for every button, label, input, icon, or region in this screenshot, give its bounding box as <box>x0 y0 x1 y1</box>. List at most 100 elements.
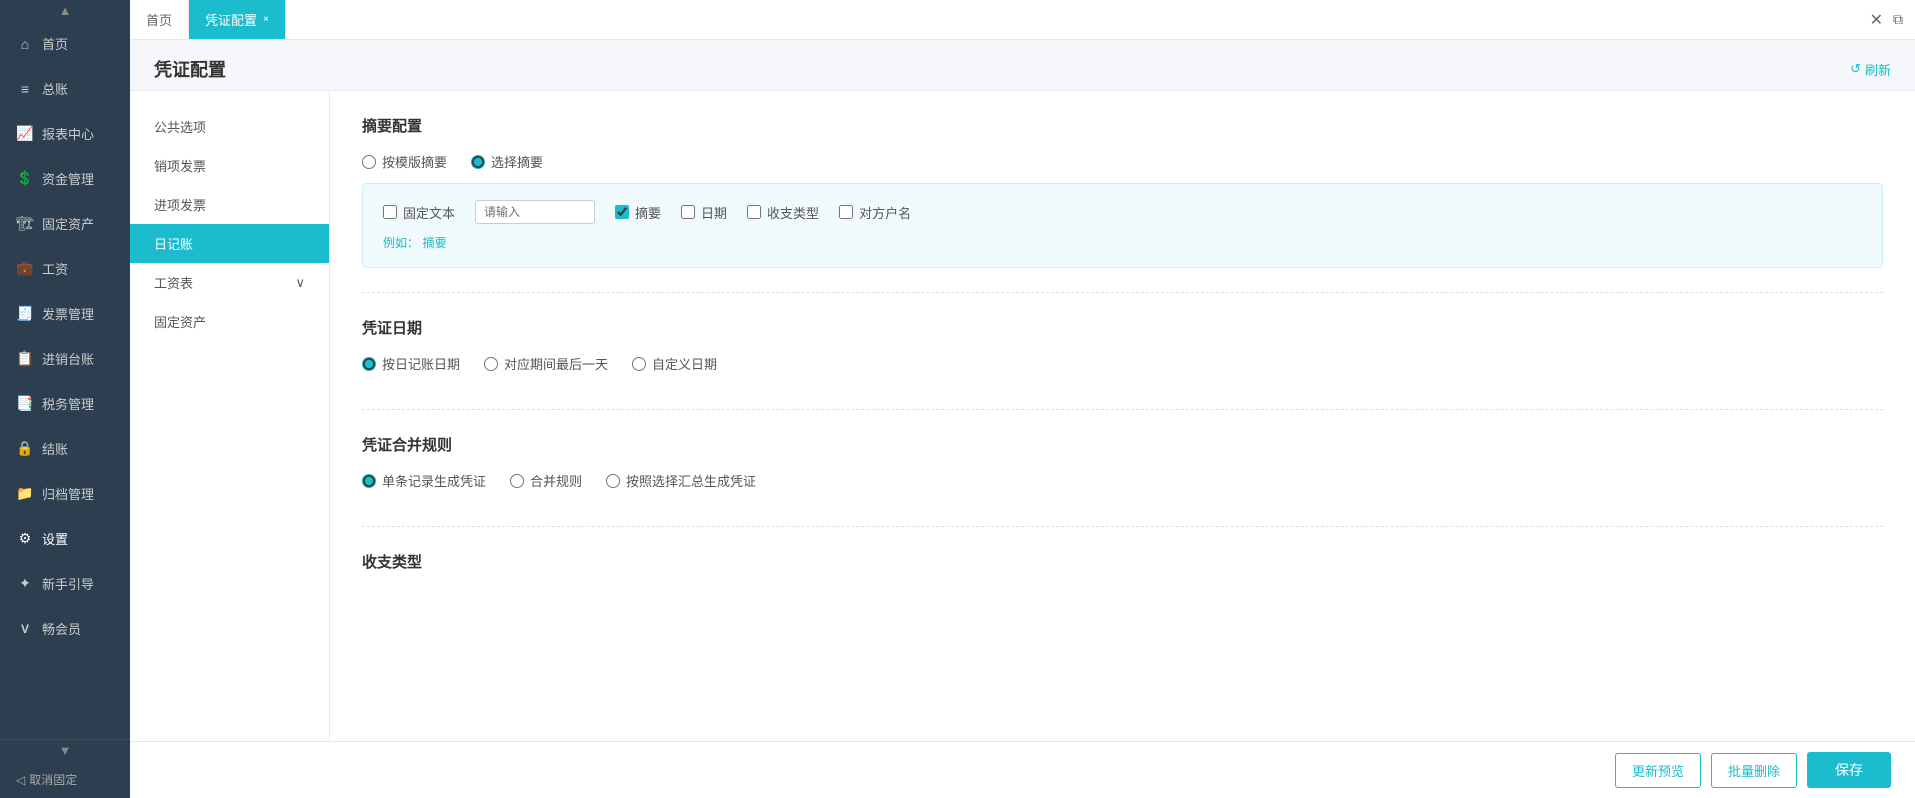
sidebar-item-payroll[interactable]: 💼 工资 <box>0 246 130 291</box>
update-preview-button[interactable]: 更新预览 <box>1615 753 1701 788</box>
sidebar-item-label: 归档管理 <box>42 484 94 503</box>
radio-by-template-input[interactable] <box>362 155 376 169</box>
radio-custom-date-input[interactable] <box>632 357 646 371</box>
save-button[interactable]: 保存 <box>1807 752 1891 788</box>
sidebar-item-label: 新手引导 <box>42 574 94 593</box>
radio-by-template[interactable]: 按模版摘要 <box>362 152 447 171</box>
window-close-icon[interactable]: ✕ <box>1870 10 1883 30</box>
batch-delete-button[interactable]: 批量删除 <box>1711 753 1797 788</box>
left-nav-public-options[interactable]: 公共选项 <box>130 107 329 146</box>
sidebar-item-purchase-sales[interactable]: 📋 进销台账 <box>0 336 130 381</box>
sidebar-item-archive[interactable]: 📁 归档管理 <box>0 471 130 516</box>
radio-single-record[interactable]: 单条记录生成凭证 <box>362 471 486 490</box>
tab-close-icon[interactable]: × <box>263 14 269 25</box>
sidebar-item-general-ledger[interactable]: ≡ 总账 <box>0 66 130 111</box>
radio-merge-rule-input[interactable] <box>510 474 524 488</box>
tab-active-label: 凭证配置 <box>205 10 257 29</box>
left-nav-fixed-assets[interactable]: 固定资产 <box>130 302 329 341</box>
section-summary-config: 摘要配置 按模版摘要 选择摘要 <box>362 115 1883 293</box>
page-title: 凭证配置 <box>154 56 226 82</box>
checkbox-counterpart[interactable]: 对方户名 <box>839 203 911 222</box>
fixed-text-input[interactable] <box>475 200 595 224</box>
tab-home[interactable]: 首页 <box>130 0 189 39</box>
income-expense-title: 收支类型 <box>362 551 1883 572</box>
checkbox-counterpart-input[interactable] <box>839 205 853 219</box>
cancel-fixed-label: 取消固定 <box>29 771 77 788</box>
main-area: 首页 凭证配置 × ✕ ⧉ 凭证配置 ↺ 刷新 公共选项 <box>130 0 1915 798</box>
radio-by-selection-summary-input[interactable] <box>606 474 620 488</box>
radio-merge-rule[interactable]: 合并规则 <box>510 471 582 490</box>
refresh-button[interactable]: ↺ 刷新 <box>1850 60 1891 79</box>
sidebar-scroll-down[interactable]: ▼ <box>0 740 130 761</box>
sidebar-item-fixed-assets[interactable]: 🏗 固定资产 <box>0 201 130 246</box>
checkbox-date-input[interactable] <box>681 205 695 219</box>
tab-voucher-config[interactable]: 凭证配置 × <box>189 0 286 39</box>
voucher-date-radio-group: 按日记账日期 对应期间最后一天 自定义日期 <box>362 354 1883 373</box>
radio-select-summary[interactable]: 选择摘要 <box>471 152 543 171</box>
voucher-merge-title: 凭证合并规则 <box>362 434 1883 455</box>
checkbox-fixed-text-input[interactable] <box>383 205 397 219</box>
tabs-bar: 首页 凭证配置 × ✕ ⧉ <box>130 0 1915 40</box>
left-nav-journal[interactable]: 日记账 <box>130 224 329 263</box>
left-nav-label: 进项发票 <box>154 195 206 214</box>
radio-last-day[interactable]: 对应期间最后一天 <box>484 354 608 373</box>
radio-by-journal-date[interactable]: 按日记账日期 <box>362 354 460 373</box>
checkbox-income-type-input[interactable] <box>747 205 761 219</box>
radio-by-selection-summary[interactable]: 按照选择汇总生成凭证 <box>606 471 756 490</box>
body-layout: 公共选项 销项发票 进项发票 日记账 工资表 ∨ 固定资产 <box>130 91 1915 741</box>
radio-merge-rule-label: 合并规则 <box>530 471 582 490</box>
sidebar-item-label: 资金管理 <box>42 169 94 188</box>
sidebar-item-invoice-management[interactable]: 🧾 发票管理 <box>0 291 130 336</box>
left-nav-purchase-invoice[interactable]: 进项发票 <box>130 185 329 224</box>
ledger-icon: ≡ <box>16 81 34 97</box>
refresh-label: 刷新 <box>1865 60 1891 79</box>
sidebar-item-label: 畅会员 <box>42 619 81 638</box>
radio-by-selection-summary-label: 按照选择汇总生成凭证 <box>626 471 756 490</box>
fund-icon: 💲 <box>16 170 34 187</box>
pin-icon: ◁ <box>16 773 25 787</box>
summary-config-box: 固定文本 摘要 日期 <box>362 183 1883 268</box>
invoice-icon: 🧾 <box>16 305 34 322</box>
checkbox-summary-input[interactable] <box>615 205 629 219</box>
voucher-merge-radio-group: 单条记录生成凭证 合并规则 按照选择汇总生成凭证 <box>362 471 1883 490</box>
sidebar-item-member[interactable]: V 畅会员 <box>0 606 130 651</box>
sidebar-item-label: 设置 <box>42 529 68 548</box>
example-row: 例如： 摘要 <box>383 234 1862 251</box>
sidebar: ▲ ⌂ 首页 ≡ 总账 📈 报表中心 💲 资金管理 🏗 固定资产 💼 工资 🧾 … <box>0 0 130 798</box>
right-content: 摘要配置 按模版摘要 选择摘要 <box>330 91 1915 741</box>
sidebar-item-settings[interactable]: ⚙ 设置 <box>0 516 130 561</box>
sidebar-item-home[interactable]: ⌂ 首页 <box>0 21 130 66</box>
example-label: 例如： <box>383 236 419 250</box>
radio-by-template-label: 按模版摘要 <box>382 152 447 171</box>
sidebar-item-tax-management[interactable]: 📑 税务管理 <box>0 381 130 426</box>
bottom-bar: 更新预览 批量删除 保存 <box>130 741 1915 798</box>
radio-single-record-input[interactable] <box>362 474 376 488</box>
checkbox-income-type[interactable]: 收支类型 <box>747 203 819 222</box>
sidebar-item-report-center[interactable]: 📈 报表中心 <box>0 111 130 156</box>
left-nav-sales-invoice[interactable]: 销项发票 <box>130 146 329 185</box>
left-nav-payroll-table[interactable]: 工资表 ∨ <box>130 263 329 302</box>
radio-by-journal-date-label: 按日记账日期 <box>382 354 460 373</box>
checkbox-date[interactable]: 日期 <box>681 203 727 222</box>
tabs-right-actions: ✕ ⧉ <box>1858 10 1915 30</box>
sidebar-item-label: 结账 <box>42 439 68 458</box>
sidebar-item-label: 发票管理 <box>42 304 94 323</box>
radio-last-day-input[interactable] <box>484 357 498 371</box>
checkbox-fixed-text[interactable]: 固定文本 <box>383 203 455 222</box>
report-icon: 📈 <box>16 125 34 142</box>
radio-custom-date[interactable]: 自定义日期 <box>632 354 717 373</box>
sidebar-item-label: 工资 <box>42 259 68 278</box>
cancel-fixed-button[interactable]: ◁ 取消固定 <box>0 761 130 798</box>
example-value: 摘要 <box>423 236 447 250</box>
radio-custom-date-label: 自定义日期 <box>652 354 717 373</box>
checkbox-summary[interactable]: 摘要 <box>615 203 661 222</box>
radio-by-journal-date-input[interactable] <box>362 357 376 371</box>
window-restore-icon[interactable]: ⧉ <box>1893 11 1903 28</box>
sidebar-item-closing[interactable]: 🔒 结账 <box>0 426 130 471</box>
sidebar-item-guide[interactable]: ✦ 新手引导 <box>0 561 130 606</box>
sidebar-item-label: 首页 <box>42 34 68 53</box>
sidebar-item-fund-management[interactable]: 💲 资金管理 <box>0 156 130 201</box>
archive-icon: 📁 <box>16 485 34 502</box>
radio-select-summary-input[interactable] <box>471 155 485 169</box>
sidebar-scroll-up[interactable]: ▲ <box>0 0 130 21</box>
